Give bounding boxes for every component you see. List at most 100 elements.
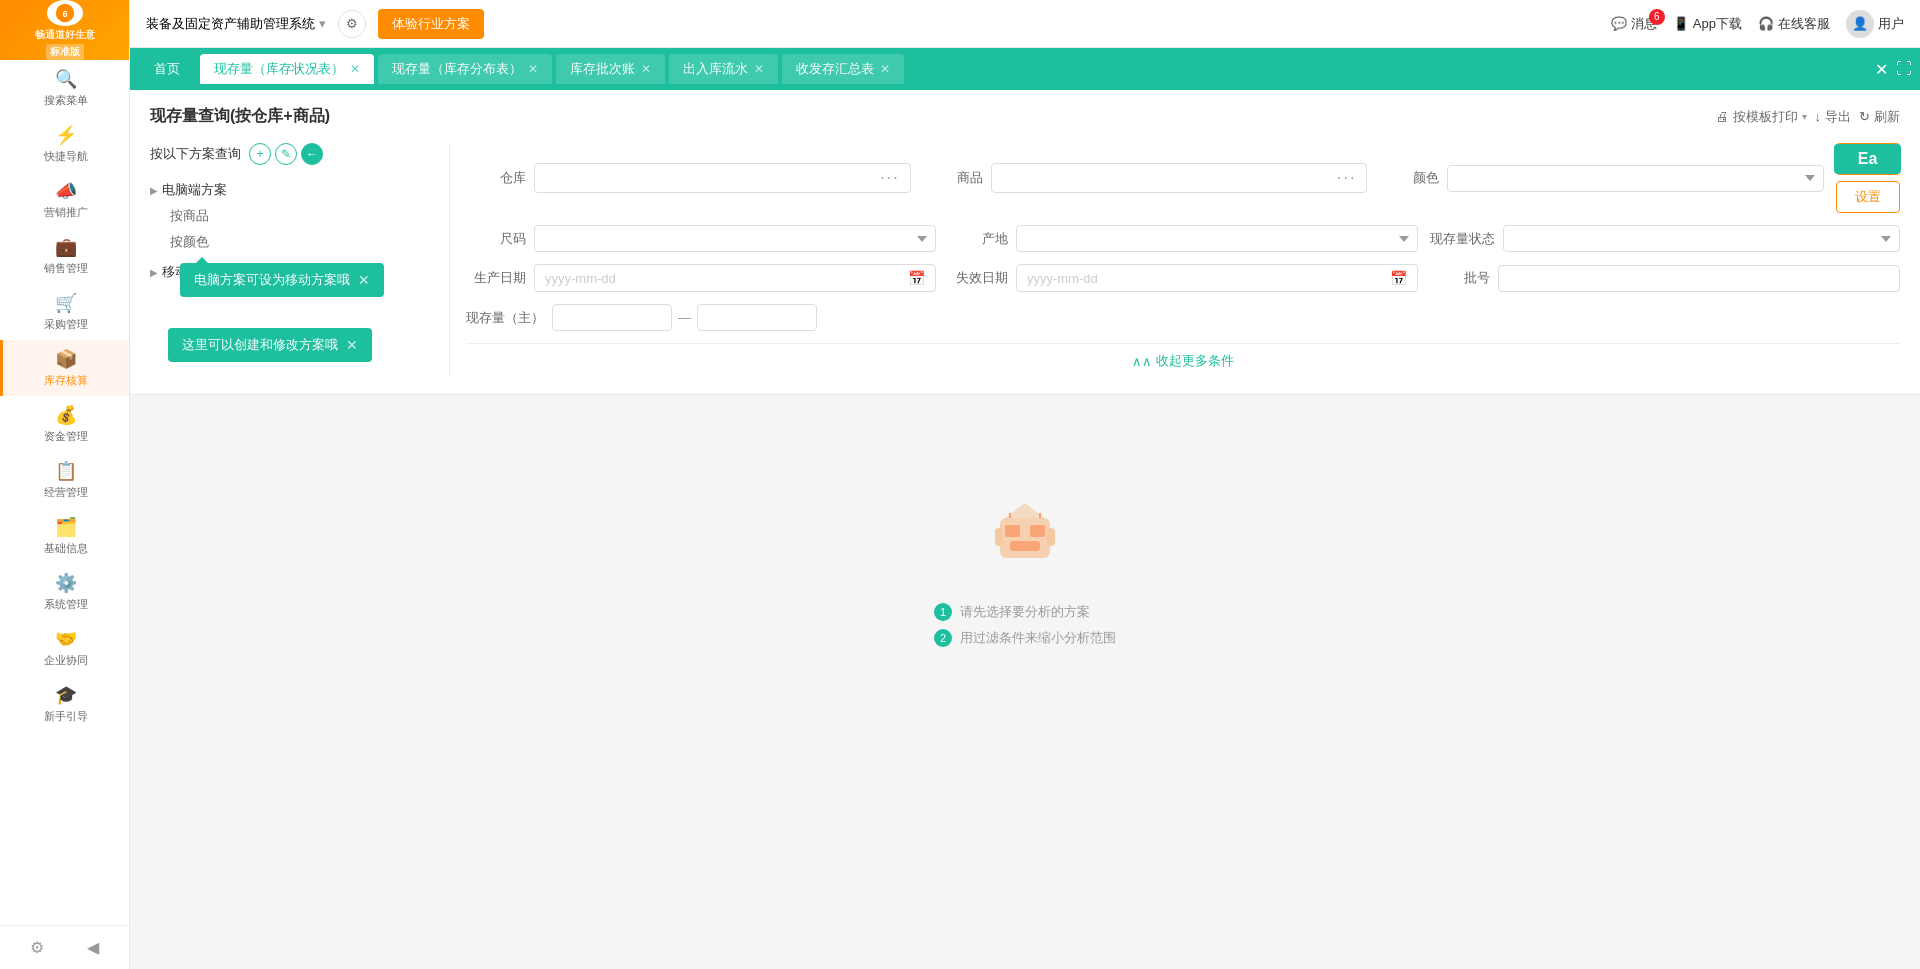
collapse-button[interactable]: ∧∧ 收起更多条件: [466, 343, 1900, 378]
sidebar-item-search[interactable]: 🔍 搜索菜单: [0, 60, 129, 116]
print-arrow-icon: ▾: [1802, 111, 1807, 122]
warehouse-input[interactable]: ···: [534, 163, 911, 193]
finance-icon: 💰: [55, 404, 77, 426]
tab-batch[interactable]: 库存批次账 ✕: [556, 54, 665, 84]
warehouse-dots[interactable]: ···: [880, 169, 899, 187]
scheme-item-1[interactable]: 按商品: [150, 203, 433, 229]
settings-bottom-icon[interactable]: ⚙: [30, 938, 44, 957]
app-label: App下载: [1693, 15, 1742, 33]
reset-button[interactable]: 设置: [1836, 181, 1900, 213]
nav-icon: ⚡: [55, 124, 77, 146]
scheme-panel: 按以下方案查询 + ✎ ← ▶ 电脑端方案: [150, 143, 450, 378]
export-button[interactable]: ↓ 导出: [1815, 108, 1852, 126]
avatar: 👤: [1846, 10, 1874, 38]
tab-home[interactable]: 首页: [138, 54, 196, 84]
sidebar-item-inventory[interactable]: 📦 库存核算: [0, 340, 129, 396]
edit-scheme-button[interactable]: ✎: [275, 143, 297, 165]
product-input[interactable]: ···: [991, 163, 1368, 193]
scheme-computer-label: 电脑端方案: [162, 181, 227, 199]
system-name-dropdown[interactable]: 装备及固定资产辅助管理系统 ▾: [146, 15, 326, 33]
sidebar-item-enterprise[interactable]: 🤝 企业协同: [0, 620, 129, 676]
sidebar-label-guide: 新手引导: [44, 709, 88, 724]
batch-input[interactable]: [1498, 265, 1900, 292]
refresh-button[interactable]: ↻ 刷新: [1859, 108, 1900, 126]
tab-inventory-dist[interactable]: 现存量（库存分布表） ✕: [378, 54, 552, 84]
stock-main-max-input[interactable]: [697, 304, 817, 331]
add-scheme-button[interactable]: +: [249, 143, 271, 165]
stock-main-field: 现存量（主） —: [466, 304, 1900, 331]
production-cal-icon[interactable]: 📅: [908, 270, 925, 286]
step2-num: 2: [934, 629, 952, 647]
production-date-placeholder: yyyy-mm-dd: [545, 271, 616, 286]
empty-state: 1 请先选择要分析的方案 2 用过滤条件来缩小分析范围: [130, 403, 1920, 735]
size-label: 尺码: [466, 230, 526, 248]
svg-rect-4: [1030, 525, 1045, 537]
sidebar-item-nav[interactable]: ⚡ 快捷导航: [0, 116, 129, 172]
sidebar-item-marketing[interactable]: 📣 营销推广: [0, 172, 129, 228]
tooltip1-close-button[interactable]: ✕: [358, 272, 370, 288]
print-button[interactable]: 🖨 按模板打印 ▾: [1716, 108, 1807, 126]
sidebar-item-finance[interactable]: 💰 资金管理: [0, 396, 129, 452]
tab-label-inventory-status: 现存量（库存状况表）: [214, 60, 344, 78]
filter-row-4: 现存量（主） —: [466, 304, 1900, 331]
size-select[interactable]: [534, 225, 936, 252]
sidebar-item-operations[interactable]: 📋 经营管理: [0, 452, 129, 508]
stock-status-select[interactable]: [1503, 225, 1900, 252]
sidebar-item-basic[interactable]: 🗂️ 基础信息: [0, 508, 129, 564]
color-select[interactable]: [1447, 165, 1824, 192]
tab-close-all-icon[interactable]: ✕: [1875, 60, 1888, 79]
trial-button[interactable]: 体验行业方案: [378, 9, 484, 39]
origin-label: 产地: [948, 230, 1008, 248]
sidebar-label-basic: 基础信息: [44, 541, 88, 556]
page-content: 现存量查询(按仓库+商品) 🖨 按模板打印 ▾ ↓ 导出 ↻ 刷新: [130, 90, 1920, 969]
scheme-item-2-label: 按颜色: [170, 234, 209, 249]
logo: 6 畅通道好生意 标准版: [0, 0, 129, 60]
tab-collect[interactable]: 收发存汇总表 ✕: [782, 54, 904, 84]
color-field: 颜色: [1379, 165, 1824, 192]
tooltip2-close-button[interactable]: ✕: [346, 337, 358, 353]
logo-icon: 6: [47, 0, 83, 26]
empty-steps-list: 1 请先选择要分析的方案 2 用过滤条件来缩小分析范围: [934, 603, 1116, 655]
sidebar-label-enterprise: 企业协同: [44, 653, 88, 668]
expiry-date-input[interactable]: yyyy-mm-dd 📅: [1016, 264, 1418, 292]
scheme-section-computer-header[interactable]: ▶ 电脑端方案: [150, 177, 433, 203]
tab-close-collect[interactable]: ✕: [880, 62, 890, 76]
tab-close-batch[interactable]: ✕: [641, 62, 651, 76]
system-icon: ⚙️: [55, 572, 77, 594]
tooltip1-text: 电脑方案可设为移动方案哦: [194, 271, 350, 289]
sales-icon: 💼: [55, 236, 77, 258]
tab-inventory-status[interactable]: 现存量（库存状况表） ✕: [200, 54, 374, 84]
expiry-date-placeholder: yyyy-mm-dd: [1027, 271, 1098, 286]
sidebar-item-guide[interactable]: 🎓 新手引导: [0, 676, 129, 732]
scheme-item-2[interactable]: 按颜色: [150, 229, 433, 255]
back-scheme-button[interactable]: ←: [301, 143, 323, 165]
message-button[interactable]: 💬 消息 6: [1611, 15, 1657, 33]
sidebar-item-purchase[interactable]: 🛒 采购管理: [0, 284, 129, 340]
app-download-button[interactable]: 📱 App下载: [1673, 15, 1742, 33]
collapse-sidebar-icon[interactable]: ◀: [87, 938, 99, 957]
tab-inout[interactable]: 出入库流水 ✕: [669, 54, 778, 84]
tab-label-batch: 库存批次账: [570, 60, 635, 78]
sidebar: 6 畅通道好生意 标准版 🔍 搜索菜单 ⚡ 快捷导航 📣 营销推广 💼 销售管理…: [0, 0, 130, 969]
expiry-cal-icon[interactable]: 📅: [1390, 270, 1407, 286]
print-icon: 🖨: [1716, 109, 1729, 124]
user-label: 用户: [1878, 15, 1904, 33]
operations-icon: 📋: [55, 460, 77, 482]
production-date-input[interactable]: yyyy-mm-dd 📅: [534, 264, 936, 292]
origin-select[interactable]: [1016, 225, 1418, 252]
product-dots[interactable]: ···: [1337, 169, 1356, 187]
gear-button[interactable]: ⚙: [338, 10, 366, 38]
sidebar-item-sales[interactable]: 💼 销售管理: [0, 228, 129, 284]
sidebar-label-nav: 快捷导航: [44, 149, 88, 164]
support-button[interactable]: 🎧 在线客服: [1758, 15, 1830, 33]
tab-close-inventory-status[interactable]: ✕: [350, 62, 360, 76]
sidebar-item-system[interactable]: ⚙️ 系统管理: [0, 564, 129, 620]
svg-rect-5: [1010, 541, 1040, 551]
tab-close-inventory-dist[interactable]: ✕: [528, 62, 538, 76]
user-button[interactable]: 👤 用户: [1846, 10, 1904, 38]
top-header: 装备及固定资产辅助管理系统 ▾ ⚙ 体验行业方案 💬 消息 6 📱 App下载 …: [130, 0, 1920, 48]
tab-close-inout[interactable]: ✕: [754, 62, 764, 76]
stock-main-min-input[interactable]: [552, 304, 672, 331]
sidebar-label-search: 搜索菜单: [44, 93, 88, 108]
tab-fullscreen-icon[interactable]: ⛶: [1896, 60, 1912, 78]
